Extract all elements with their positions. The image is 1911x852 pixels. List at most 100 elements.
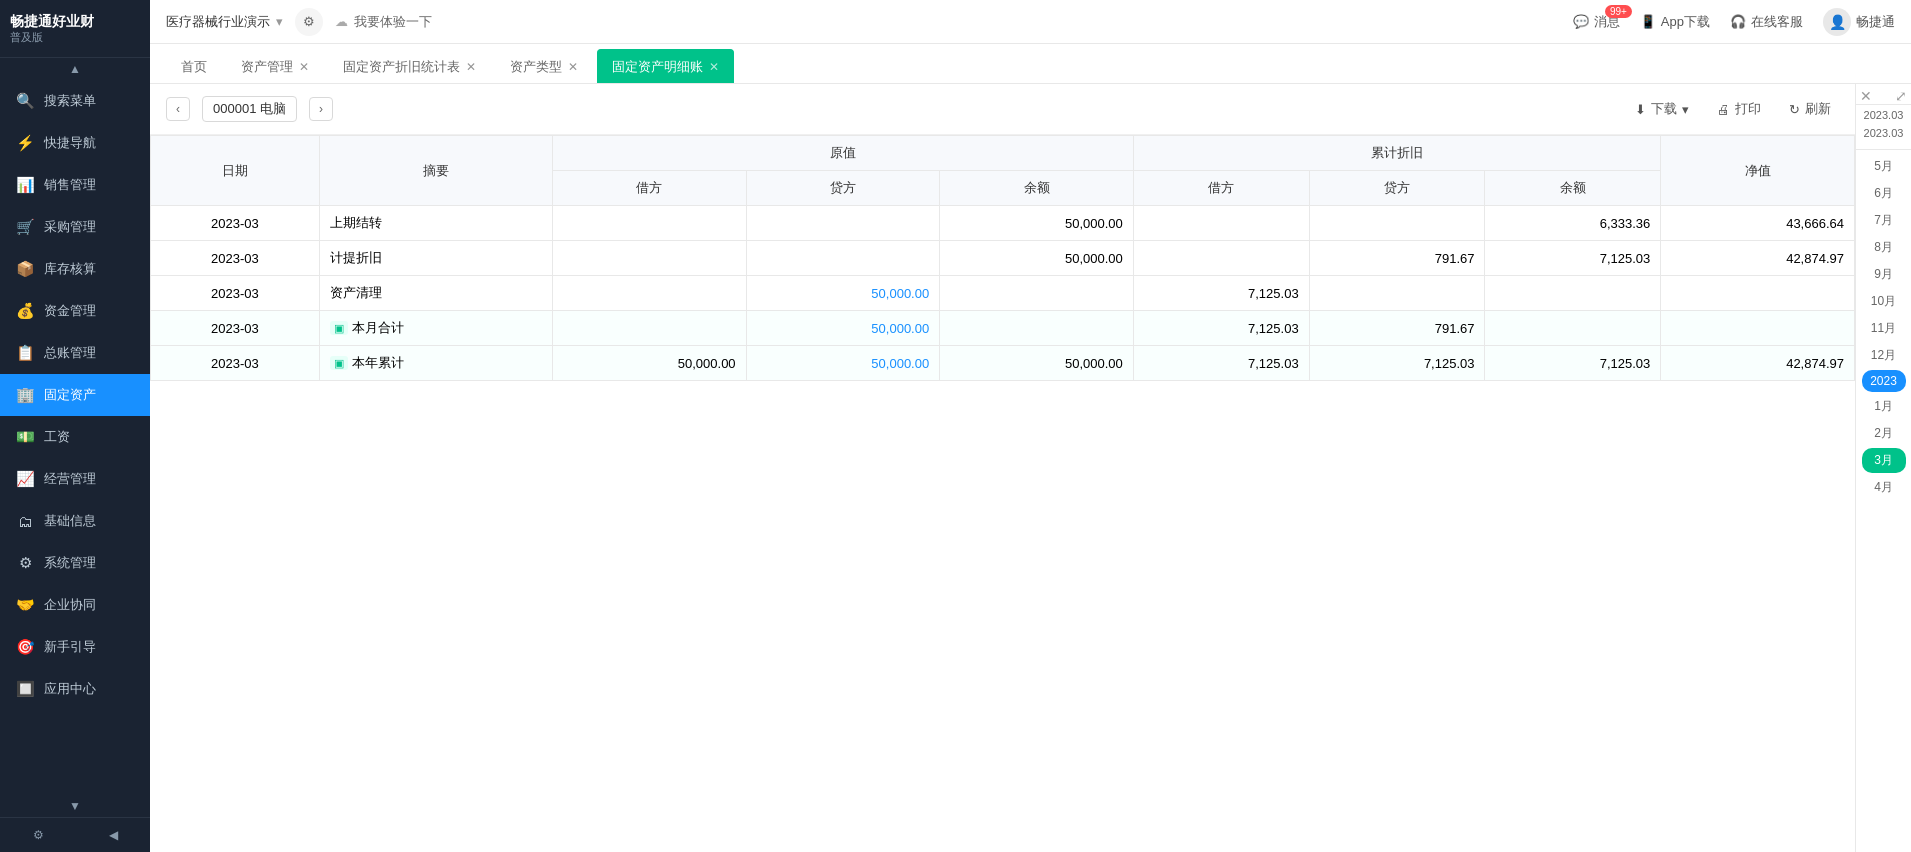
tab-label-0: 首页 — [181, 58, 207, 76]
collapse-button[interactable]: ◀ — [109, 828, 118, 842]
cell-orig-credit-0 — [746, 206, 940, 241]
topbar: 医疗器械行业演示 ▾ ⚙ ☁ 我要体验一下 💬 消息 99+ 📱 App下载 🎧… — [150, 0, 1911, 44]
timeline-month-0-4[interactable]: 9月 — [1862, 262, 1906, 287]
sidebar-item-系统管理[interactable]: ⚙系统管理 — [0, 542, 150, 584]
col-summary: 摘要 — [319, 136, 552, 206]
tab-close-1[interactable]: ✕ — [299, 60, 309, 74]
app-download-button[interactable]: 📱 App下载 — [1640, 13, 1710, 31]
message-button[interactable]: 💬 消息 99+ — [1573, 13, 1620, 31]
sidebar-icon-3: 🛒 — [16, 218, 34, 236]
timeline-month-1-2[interactable]: 3月 — [1862, 448, 1906, 473]
cell-summary-2: 资产清理 — [319, 276, 552, 311]
cell-orig-credit-4: 50,000.00 — [746, 346, 940, 381]
timeline-month-0-6[interactable]: 11月 — [1862, 316, 1906, 341]
sidebar-icon-13: 🎯 — [16, 638, 34, 656]
cell-dep-credit-1: 791.67 — [1309, 241, 1485, 276]
cell-orig-debit-0 — [553, 206, 747, 241]
sidebar-item-采购管理[interactable]: 🛒采购管理 — [0, 206, 150, 248]
data-table: 日期 摘要 原值 累计折旧 净值 借方 贷方 余额 借方 — [150, 135, 1855, 381]
sidebar-icon-7: 🏢 — [16, 386, 34, 404]
sidebar-icon-4: 📦 — [16, 260, 34, 278]
timeline-expand-button[interactable]: ⤢ — [1895, 88, 1907, 104]
sidebar-item-资金管理[interactable]: 💰资金管理 — [0, 290, 150, 332]
refresh-button[interactable]: ↻ 刷新 — [1781, 96, 1839, 122]
timeline-month-0-1[interactable]: 6月 — [1862, 181, 1906, 206]
topbar-settings-button[interactable]: ⚙ — [295, 8, 323, 36]
timeline-month-1-3[interactable]: 4月 — [1862, 475, 1906, 500]
print-button[interactable]: 🖨 打印 — [1709, 96, 1769, 122]
col-orig-credit: 贷方 — [746, 171, 940, 206]
tab-0[interactable]: 首页 — [166, 49, 222, 83]
timeline-month-0-5[interactable]: 10月 — [1862, 289, 1906, 314]
cell-dep-balance-1: 7,125.03 — [1485, 241, 1661, 276]
customer-service-button[interactable]: 🎧 在线客服 — [1730, 13, 1803, 31]
tab-1[interactable]: 资产管理 ✕ — [226, 49, 324, 83]
timeline-year-1: 2023 — [1862, 370, 1906, 392]
timeline-month-0-7[interactable]: 12月 — [1862, 343, 1906, 368]
main-area: 医疗器械行业演示 ▾ ⚙ ☁ 我要体验一下 💬 消息 99+ 📱 App下载 🎧… — [150, 0, 1911, 852]
tab-close-4[interactable]: ✕ — [709, 60, 719, 74]
download-button[interactable]: ⬇ 下载 ▾ — [1627, 96, 1697, 122]
sidebar-item-搜索菜单[interactable]: 🔍搜索菜单 — [0, 80, 150, 122]
sidebar-scroll-down[interactable]: ▼ — [0, 795, 150, 817]
sidebar-scroll-up[interactable]: ▲ — [0, 58, 150, 80]
sidebar-item-企业协同[interactable]: 🤝企业协同 — [0, 584, 150, 626]
tab-close-2[interactable]: ✕ — [466, 60, 476, 74]
cell-net-value-1: 42,874.97 — [1661, 241, 1855, 276]
timeline-month-0-2[interactable]: 7月 — [1862, 208, 1906, 233]
sidebar-item-库存核算[interactable]: 📦库存核算 — [0, 248, 150, 290]
timeline-month-0-3[interactable]: 8月 — [1862, 235, 1906, 260]
sidebar-icon-8: 💵 — [16, 428, 34, 446]
sidebar-label-0: 搜索菜单 — [44, 92, 96, 110]
next-asset-button[interactable]: › — [309, 97, 333, 121]
table-row: 2023-03 ▣本月合计 50,000.00 7,125.03 791.67 — [151, 311, 1855, 346]
inner-toolbar: ‹ 000001 电脑 › ⬇ 下载 ▾ 🖨 打印 — [150, 84, 1855, 135]
cell-date-3: 2023-03 — [151, 311, 320, 346]
app-logo: 畅捷通好业财 普及版 — [0, 0, 150, 58]
refresh-label: 刷新 — [1805, 100, 1831, 118]
sidebar-item-总账管理[interactable]: 📋总账管理 — [0, 332, 150, 374]
sidebar: 畅捷通好业财 普及版 ▲ 🔍搜索菜单⚡快捷导航📊销售管理🛒采购管理📦库存核算💰资… — [0, 0, 150, 852]
cell-dep-debit-1 — [1133, 241, 1309, 276]
user-avatar[interactable]: 👤 畅捷通 — [1823, 8, 1895, 36]
tab-close-3[interactable]: ✕ — [568, 60, 578, 74]
settings-button[interactable]: ⚙ — [33, 828, 44, 842]
sidebar-item-新手引导[interactable]: 🎯新手引导 — [0, 626, 150, 668]
sidebar-item-基础信息[interactable]: 🗂基础信息 — [0, 500, 150, 542]
cell-dep-credit-3: 791.67 — [1309, 311, 1485, 346]
timeline-month-1-0[interactable]: 1月 — [1862, 394, 1906, 419]
col-orig-debit: 借方 — [553, 171, 747, 206]
tab-3[interactable]: 资产类型 ✕ — [495, 49, 593, 83]
timeline-month-1-1[interactable]: 2月 — [1862, 421, 1906, 446]
cell-summary-0: 上期结转 — [319, 206, 552, 241]
sidebar-item-快捷导航[interactable]: ⚡快捷导航 — [0, 122, 150, 164]
cell-orig-debit-2 — [553, 276, 747, 311]
download-icon: ⬇ — [1635, 102, 1646, 117]
avatar-icon: 👤 — [1823, 8, 1851, 36]
timeline-month-0-0[interactable]: 5月 — [1862, 154, 1906, 179]
cell-summary-3: ▣本月合计 — [319, 311, 552, 346]
cell-dep-debit-3: 7,125.03 — [1133, 311, 1309, 346]
company-selector[interactable]: 医疗器械行业演示 ▾ — [166, 13, 283, 31]
sidebar-item-固定资产[interactable]: 🏢固定资产 — [0, 374, 150, 416]
cell-dep-balance-3 — [1485, 311, 1661, 346]
sidebar-item-经营管理[interactable]: 📈经营管理 — [0, 458, 150, 500]
sidebar-item-应用中心[interactable]: 🔲应用中心 — [0, 668, 150, 710]
cell-dep-credit-0 — [1309, 206, 1485, 241]
tab-2[interactable]: 固定资产折旧统计表 ✕ — [328, 49, 491, 83]
cell-orig-balance-4: 50,000.00 — [940, 346, 1134, 381]
tab-4[interactable]: 固定资产明细账 ✕ — [597, 49, 734, 83]
topbar-right: 💬 消息 99+ 📱 App下载 🎧 在线客服 👤 畅捷通 — [1573, 8, 1895, 36]
timeline-close-button[interactable]: ✕ — [1860, 88, 1872, 104]
prev-asset-button[interactable]: ‹ — [166, 97, 190, 121]
sidebar-item-工资[interactable]: 💵工资 — [0, 416, 150, 458]
timeline-header-1: 2023.03 — [1864, 105, 1904, 125]
cell-orig-balance-1: 50,000.00 — [940, 241, 1134, 276]
cell-orig-balance-2 — [940, 276, 1134, 311]
sidebar-item-销售管理[interactable]: 📊销售管理 — [0, 164, 150, 206]
sidebar-label-12: 企业协同 — [44, 596, 96, 614]
toolbar-right: ⬇ 下载 ▾ 🖨 打印 ↻ 刷新 — [1627, 96, 1839, 122]
cell-date-2: 2023-03 — [151, 276, 320, 311]
experience-button[interactable]: ☁ 我要体验一下 — [335, 13, 432, 31]
table-row: 2023-03 计提折旧 50,000.00 791.67 7,125.03 4… — [151, 241, 1855, 276]
